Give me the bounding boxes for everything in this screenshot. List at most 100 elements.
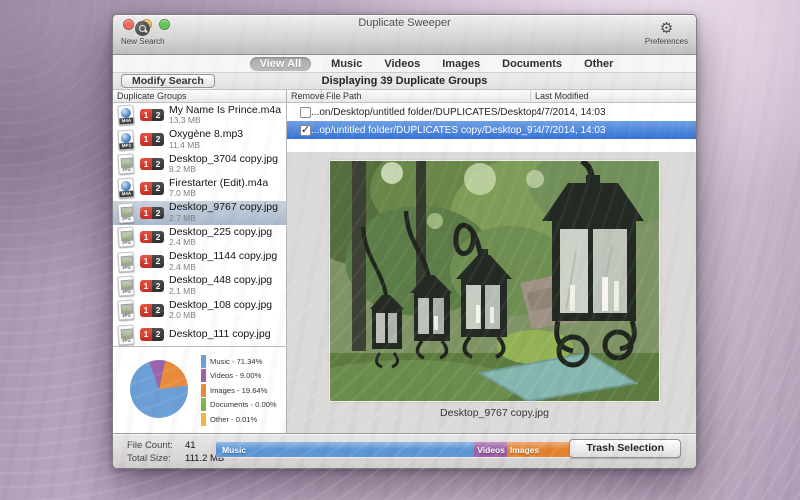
tab[interactable]: Documents bbox=[500, 57, 564, 71]
toolbar-center-group: ✓ Auto Select ✕ Trash Selection bbox=[113, 15, 405, 41]
remove-checkbox[interactable] bbox=[300, 106, 311, 118]
table-row[interactable]: ...on/Desktop/untitled folder/DUPLICATES… bbox=[287, 103, 696, 121]
legend-color-swatch bbox=[201, 383, 206, 397]
file-path-cell: ...on/Desktop/untitled folder/DUPLICATES… bbox=[311, 106, 536, 118]
badge-dupes: 2 bbox=[152, 157, 164, 171]
duplicate-count-badges: 1 2 bbox=[140, 182, 164, 195]
legend-color-swatch bbox=[201, 369, 206, 383]
tab-bar: View All Music Videos Images Documents Other bbox=[113, 55, 696, 73]
segment-label: Music bbox=[222, 444, 247, 455]
badge-dupes: 2 bbox=[152, 206, 164, 219]
m4a-file-icon bbox=[117, 104, 135, 126]
duplicate-count-badges: 1 2 bbox=[140, 279, 164, 293]
table-row[interactable]: ...op/untitled folder/DUPLICATES copy/De… bbox=[287, 121, 696, 139]
jpg-file-icon bbox=[117, 250, 135, 273]
duplicate-count-badges: 1 2 bbox=[140, 304, 164, 317]
legend-row: Documents - 0.00% bbox=[201, 398, 277, 413]
duplicate-group-item[interactable]: 1 2 My Name Is Prince.m4a 13.3 MB bbox=[113, 103, 286, 127]
tab[interactable]: Images bbox=[440, 57, 482, 71]
duplicate-group-item[interactable]: 1 2 Desktop_108 copy.jpg 2.0 MB bbox=[113, 298, 286, 322]
gear-icon: ⚙ bbox=[659, 20, 674, 37]
jpg-file-icon bbox=[117, 202, 135, 224]
tab-label: Images bbox=[442, 57, 481, 70]
segment-label: Videos bbox=[477, 444, 505, 455]
preview-zone: Desktop_9767 copy.jpg bbox=[287, 152, 696, 433]
badge-dupes: 2 bbox=[152, 108, 164, 122]
badge-total: 1 bbox=[140, 182, 152, 195]
window-body: 1 2 My Name Is Prince.m4a 13.3 MB 1 2 Ox… bbox=[113, 103, 696, 433]
jpg-file-icon bbox=[117, 226, 135, 248]
tab-label: Documents bbox=[502, 57, 563, 70]
preview-photo bbox=[329, 160, 660, 402]
legend-label: Other - 0.01% bbox=[210, 414, 258, 424]
jpg-file-icon bbox=[117, 299, 135, 321]
badge-total: 1 bbox=[140, 304, 152, 317]
file-count-value: 41 bbox=[185, 440, 196, 451]
file-size: 2.7 MB bbox=[169, 212, 196, 223]
file-size: 7.0 MB bbox=[169, 188, 196, 199]
duplicate-group-item[interactable]: 1 2 Desktop_3704 copy.jpg 8.2 MB bbox=[113, 152, 286, 176]
badge-dupes: 2 bbox=[152, 304, 164, 317]
last-modified-cell: 4/7/2014, 14:03 bbox=[536, 106, 606, 118]
tab[interactable]: Videos bbox=[382, 57, 422, 71]
preferences-label: Preferences bbox=[644, 37, 688, 46]
duplicate-group-item[interactable]: 1 2 Desktop_9767 copy.jpg 2.7 MB bbox=[113, 200, 286, 225]
remove-checkbox[interactable] bbox=[300, 123, 311, 136]
badge-total: 1 bbox=[140, 230, 152, 244]
duplicate-group-item[interactable]: 1 2 Desktop_448 copy.jpg 2.1 MB bbox=[113, 274, 286, 298]
duplicate-group-item[interactable]: 1 2 Desktop_225 copy.jpg 2.4 MB bbox=[113, 225, 286, 249]
badge-dupes: 2 bbox=[152, 230, 164, 244]
window-chrome: Duplicate Sweeper New Search ✓ Auto Sele… bbox=[113, 15, 696, 55]
badge-dupes: 2 bbox=[152, 255, 164, 268]
duplicate-group-item[interactable]: 1 2 Desktop_111 copy.jpg bbox=[113, 323, 286, 346]
size-bar-segment: Images bbox=[506, 442, 578, 457]
preview-caption: Desktop_9767 copy.jpg bbox=[440, 407, 549, 419]
column-header-remove[interactable]: Remove bbox=[287, 90, 325, 102]
legend-color-swatch bbox=[201, 398, 206, 412]
file-size: 2.4 MB bbox=[169, 237, 196, 248]
file-size: 8.2 MB bbox=[169, 164, 196, 175]
preferences-button[interactable]: ⚙ Preferences bbox=[645, 20, 688, 46]
file-size: 13.3 MB bbox=[169, 115, 201, 126]
column-header-last-modified[interactable]: Last Modified bbox=[530, 90, 696, 102]
badge-dupes: 2 bbox=[152, 279, 164, 293]
file-count-label: File Count: bbox=[127, 440, 173, 451]
badge-dupes: 2 bbox=[152, 328, 164, 341]
segment-label: Images bbox=[509, 444, 540, 455]
size-bar-segment: Music bbox=[216, 442, 475, 457]
duplicate-group-item[interactable]: 1 2 Firestarter (Edit).m4a 7.0 MB bbox=[113, 176, 286, 200]
jpg-file-icon bbox=[117, 153, 135, 175]
pie-legend: Music - 71.34% Videos - 9.00% Images - 1… bbox=[201, 354, 277, 427]
stats: File Count: 41 Total Size: 111.2 MB bbox=[127, 439, 224, 465]
tab[interactable]: Music bbox=[329, 57, 364, 71]
legend-label: Documents - 0.00% bbox=[210, 400, 277, 410]
badge-total: 1 bbox=[140, 157, 152, 171]
badge-total: 1 bbox=[140, 206, 152, 219]
duplicate-count-badges: 1 2 bbox=[140, 255, 164, 268]
duplicate-group-item[interactable]: 1 2 Desktop_1144 copy.jpg 2.4 MB bbox=[113, 249, 286, 273]
header-bar: Modify Search Displaying 39 Duplicate Gr… bbox=[113, 73, 696, 90]
mp3-file-icon bbox=[117, 129, 135, 151]
legend-color-swatch bbox=[201, 412, 206, 426]
tab[interactable]: Other bbox=[582, 57, 615, 71]
total-size-label: Total Size: bbox=[127, 453, 171, 464]
duplicate-count-badges: 1 2 bbox=[140, 230, 164, 244]
duplicate-count-badges: 1 2 bbox=[140, 206, 164, 219]
jpg-file-icon bbox=[117, 324, 135, 346]
file-size: 2.1 MB bbox=[169, 286, 196, 297]
file-type-pie-chart bbox=[130, 360, 188, 418]
legend-label: Videos - 9.00% bbox=[210, 371, 262, 381]
badge-total: 1 bbox=[140, 328, 152, 341]
badge-total: 1 bbox=[140, 255, 152, 268]
pie-chart-panel: Music - 71.34% Videos - 9.00% Images - 1… bbox=[113, 346, 286, 433]
duplicate-group-item[interactable]: 1 2 Oxygène 8.mp3 11.4 MB bbox=[113, 127, 286, 151]
duplicate-count-badges: 1 2 bbox=[140, 108, 164, 122]
column-header-file-path[interactable]: File Path bbox=[322, 90, 530, 102]
tab[interactable]: View All bbox=[249, 56, 312, 71]
column-headers: Duplicate Groups Remove File Path Last M… bbox=[113, 90, 696, 103]
legend-row: Other - 0.01% bbox=[201, 412, 277, 427]
legend-row: Music - 71.34% bbox=[201, 354, 277, 369]
content-area: ...on/Desktop/untitled folder/DUPLICATES… bbox=[287, 103, 696, 433]
trash-selection-button[interactable]: Trash Selection bbox=[569, 439, 681, 458]
footer-bar: File Count: 41 Total Size: 111.2 MB Musi… bbox=[113, 433, 696, 468]
